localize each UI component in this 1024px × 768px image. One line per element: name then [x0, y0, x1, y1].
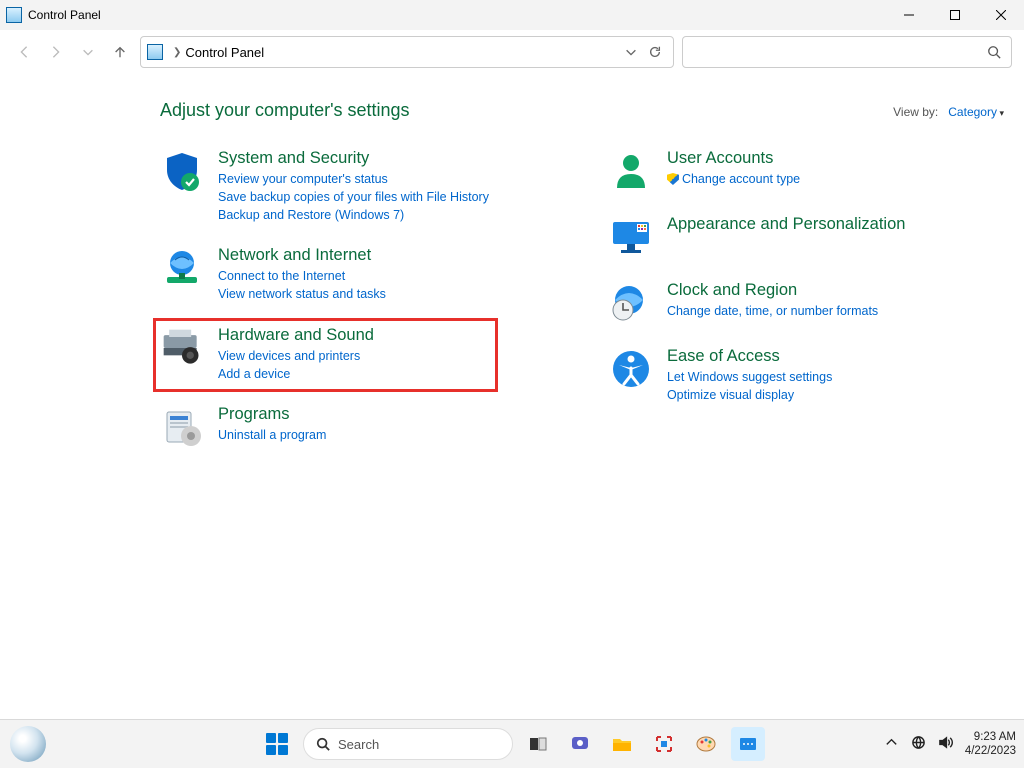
category-link[interactable]: Save backup copies of your files with Fi… — [218, 188, 489, 206]
category-link[interactable]: Change account type — [667, 170, 800, 188]
window-controls — [886, 0, 1024, 30]
category-title[interactable]: User Accounts — [667, 149, 800, 168]
category-link[interactable]: Uninstall a program — [218, 426, 326, 444]
forward-button[interactable] — [44, 40, 68, 64]
shield-icon — [160, 149, 204, 193]
nav-toolbar: ❯ Control Panel — [0, 30, 1024, 74]
start-button[interactable] — [259, 726, 295, 762]
category-title[interactable]: System and Security — [218, 149, 489, 168]
system-tray: 9:23 AM 4/22/2023 — [884, 730, 1016, 759]
category-clock-region: Clock and Region Change date, time, or n… — [609, 281, 906, 325]
printer-icon — [160, 326, 204, 370]
back-button[interactable] — [12, 40, 36, 64]
category-programs: Programs Uninstall a program — [160, 405, 489, 449]
category-link[interactable]: Connect to the Internet — [218, 267, 386, 285]
category-title[interactable]: Programs — [218, 405, 326, 424]
clock-globe-icon — [609, 281, 653, 325]
control-panel-taskbar-button[interactable] — [731, 727, 765, 761]
category-link[interactable]: Let Windows suggest settings — [667, 368, 832, 386]
accessibility-icon — [609, 347, 653, 391]
category-appearance: Appearance and Personalization — [609, 215, 906, 259]
content-area: Adjust your computer's settings View by:… — [0, 74, 1024, 449]
up-button[interactable] — [108, 40, 132, 64]
task-view-button[interactable] — [521, 727, 555, 761]
refresh-button[interactable] — [643, 40, 667, 64]
control-panel-icon — [6, 7, 22, 23]
category-link[interactable]: Change date, time, or number formats — [667, 302, 878, 320]
file-explorer-button[interactable] — [605, 727, 639, 761]
window-title: Control Panel — [28, 8, 101, 22]
address-bar[interactable]: ❯ Control Panel — [140, 36, 674, 68]
category-column-right: User Accounts Change account type — [609, 149, 906, 449]
widgets-button[interactable] — [10, 726, 46, 762]
category-title[interactable]: Appearance and Personalization — [667, 215, 906, 234]
maximize-button[interactable] — [932, 0, 978, 30]
globe-icon — [160, 246, 204, 290]
category-user-accounts: User Accounts Change account type — [609, 149, 906, 193]
taskbar-search-placeholder: Search — [338, 737, 379, 752]
category-network-internet: Network and Internet Connect to the Inte… — [160, 246, 489, 303]
search-icon — [987, 45, 1001, 59]
page-heading: Adjust your computer's settings — [160, 100, 893, 121]
category-title[interactable]: Ease of Access — [667, 347, 832, 366]
category-title[interactable]: Clock and Region — [667, 281, 878, 300]
breadcrumb[interactable]: Control Panel — [185, 45, 264, 60]
chat-button[interactable] — [563, 727, 597, 761]
uac-shield-icon — [667, 173, 679, 185]
category-link[interactable]: Backup and Restore (Windows 7) — [218, 206, 489, 224]
programs-icon — [160, 405, 204, 449]
location-icon — [147, 44, 163, 60]
category-title[interactable]: Hardware and Sound — [218, 326, 374, 345]
category-link[interactable]: Review your computer's status — [218, 170, 489, 188]
search-icon — [316, 737, 330, 751]
chevron-right-icon: ❯ — [173, 47, 181, 58]
snipping-tool-button[interactable] — [647, 727, 681, 761]
category-hardware-sound: Hardware and Sound View devices and prin… — [153, 318, 498, 392]
category-title[interactable]: Network and Internet — [218, 246, 386, 265]
tray-time: 9:23 AM — [965, 730, 1016, 744]
minimize-button[interactable] — [886, 0, 932, 30]
volume-icon[interactable] — [938, 735, 953, 753]
taskbar-center: Search — [259, 726, 765, 762]
tray-overflow-button[interactable] — [884, 735, 899, 753]
view-by-label: View by: — [893, 105, 938, 119]
close-button[interactable] — [978, 0, 1024, 30]
category-link[interactable]: View network status and tasks — [218, 285, 386, 303]
tray-clock[interactable]: 9:23 AM 4/22/2023 — [965, 730, 1016, 759]
category-ease-of-access: Ease of Access Let Windows suggest setti… — [609, 347, 906, 404]
taskbar-search[interactable]: Search — [303, 728, 513, 760]
category-system-security: System and Security Review your computer… — [160, 149, 489, 224]
address-dropdown[interactable] — [619, 40, 643, 64]
titlebar: Control Panel — [0, 0, 1024, 30]
taskbar: Search 9:23 AM 4/2 — [0, 720, 1024, 768]
tray-date: 4/22/2023 — [965, 744, 1016, 758]
monitor-icon — [609, 215, 653, 259]
category-column-left: System and Security Review your computer… — [160, 149, 489, 449]
user-icon — [609, 149, 653, 193]
search-box[interactable] — [682, 36, 1012, 68]
category-link[interactable]: View devices and printers — [218, 347, 374, 365]
network-icon[interactable] — [911, 735, 926, 753]
category-link[interactable]: Add a device — [218, 365, 374, 383]
view-by-dropdown[interactable]: Category — [948, 105, 1004, 119]
paint-button[interactable] — [689, 727, 723, 761]
category-link[interactable]: Optimize visual display — [667, 386, 832, 404]
recent-dropdown[interactable] — [76, 40, 100, 64]
